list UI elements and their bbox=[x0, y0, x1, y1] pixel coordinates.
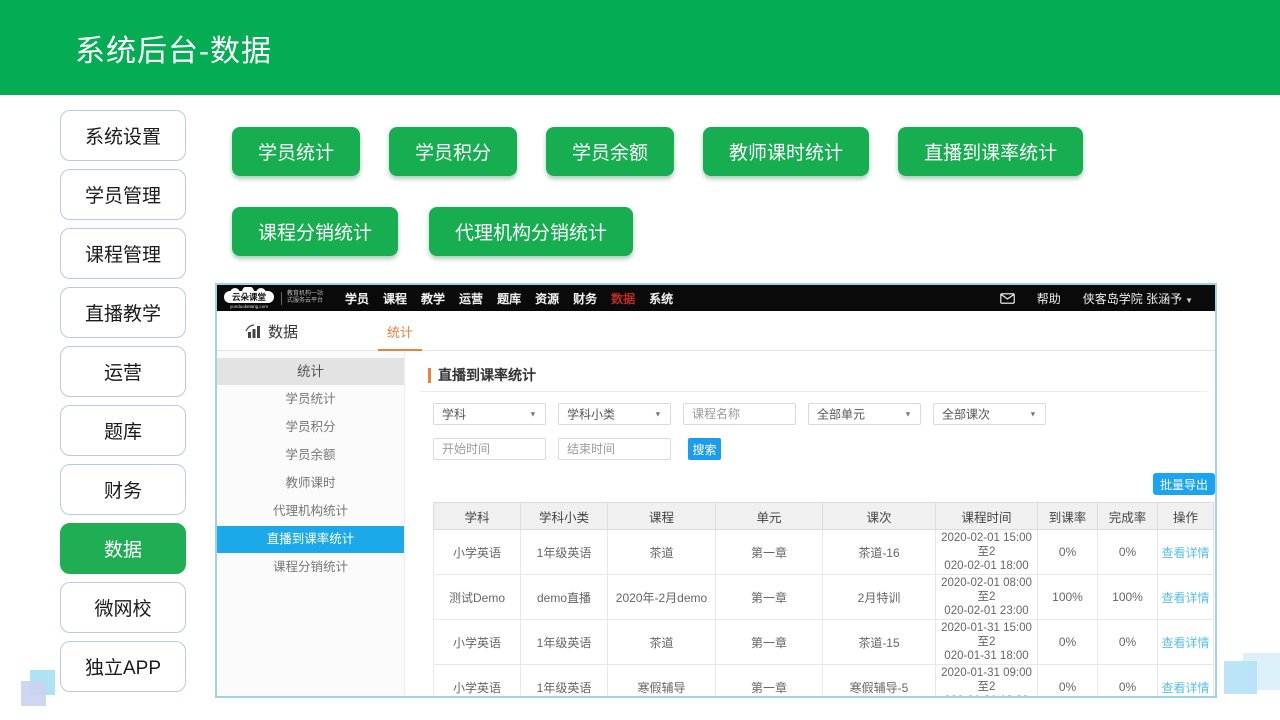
col-course-time: 课程时间 bbox=[936, 503, 1038, 530]
sidebar-item-live-teaching[interactable]: 直播教学 bbox=[60, 287, 186, 338]
col-actions: 操作 bbox=[1158, 503, 1214, 530]
side-nav-header: 统计 bbox=[217, 358, 404, 385]
table-row: 测试Demo demo直播 2020年-2月demo 第一章 2月特训 2020… bbox=[434, 575, 1214, 620]
cloud-logo-icon: 云朵课堂 bbox=[222, 287, 276, 304]
nav-item-operations[interactable]: 运营 bbox=[459, 290, 483, 307]
bar-chart-icon bbox=[245, 324, 261, 339]
mail-icon[interactable] bbox=[1000, 293, 1015, 304]
batch-export-button[interactable]: 批量导出 bbox=[1153, 473, 1215, 495]
end-time-input[interactable] bbox=[558, 438, 671, 460]
app-nav-right: 帮助 侠客岛学院 张涵予▼ bbox=[1000, 285, 1193, 311]
course-name-input[interactable] bbox=[683, 403, 796, 425]
quick-btn-agency-distribution[interactable]: 代理机构分销统计 bbox=[429, 207, 633, 256]
breadcrumb: 数据 bbox=[245, 311, 298, 351]
side-nav-agency-stats[interactable]: 代理机构统计 bbox=[217, 498, 404, 525]
view-details-link[interactable]: 查看详情 bbox=[1161, 681, 1209, 695]
app-nav-menu: 学员 课程 教学 运营 题库 资源 财务 数据 系统 bbox=[345, 285, 673, 311]
app-subheader: 数据 统计 bbox=[217, 311, 1215, 351]
account-menu[interactable]: 侠客岛学院 张涵予▼ bbox=[1083, 290, 1193, 307]
chevron-down-icon: ▼ bbox=[904, 410, 911, 419]
col-subject-sub: 学科小类 bbox=[521, 503, 608, 530]
attendance-table: 学科 学科小类 课程 单元 课次 课程时间 到课率 完成率 操作 小学英语 1年… bbox=[433, 502, 1214, 698]
tab-statistics[interactable]: 统计 bbox=[377, 311, 423, 351]
nav-item-teaching[interactable]: 教学 bbox=[421, 290, 445, 307]
stats-panel: 直播到课率统计 学科 ▼ 学科小类 ▼ 全部单元 ▼ 全部课次 ▼ 搜索 批量导… bbox=[405, 351, 1215, 696]
app-navbar: 云朵课堂 yunduoketang.com 教育机构一站 式服务云平台 学员 课… bbox=[217, 285, 1215, 311]
col-unit: 单元 bbox=[716, 503, 823, 530]
view-details-link[interactable]: 查看详情 bbox=[1161, 591, 1209, 605]
quick-links-row-2: 课程分销统计 代理机构分销统计 bbox=[232, 207, 633, 256]
col-lesson: 课次 bbox=[823, 503, 936, 530]
quick-btn-teacher-hours[interactable]: 教师课时统计 bbox=[703, 127, 869, 176]
chevron-down-icon: ▼ bbox=[654, 410, 661, 419]
sidebar-item-micro-school[interactable]: 微网校 bbox=[60, 582, 186, 633]
view-details-link[interactable]: 查看详情 bbox=[1161, 546, 1209, 560]
sidebar-item-data[interactable]: 数据 bbox=[60, 523, 186, 574]
nav-item-students[interactable]: 学员 bbox=[345, 290, 369, 307]
help-link[interactable]: 帮助 bbox=[1037, 290, 1061, 307]
table-row: 小学英语 1年级英语 寒假辅导 第一章 寒假辅导-5 2020-01-31 09… bbox=[434, 665, 1214, 699]
side-nav-live-attendance[interactable]: 直播到课率统计 bbox=[217, 526, 404, 553]
logo-tagline: 教育机构一站 式服务云平台 bbox=[287, 291, 323, 305]
panel-divider bbox=[420, 391, 1207, 392]
side-nav-student-points[interactable]: 学员积分 bbox=[217, 414, 404, 441]
side-nav-student-stats[interactable]: 学员统计 bbox=[217, 386, 404, 413]
subject-select[interactable]: 学科 ▼ bbox=[433, 403, 546, 425]
page-header: 系统后台-数据 bbox=[0, 0, 1280, 95]
sidebar-item-system-settings[interactable]: 系统设置 bbox=[60, 110, 186, 161]
unit-select[interactable]: 全部单元 ▼ bbox=[808, 403, 921, 425]
col-subject: 学科 bbox=[434, 503, 521, 530]
col-attendance-rate: 到课率 bbox=[1038, 503, 1098, 530]
page-title: 系统后台-数据 bbox=[75, 26, 272, 70]
sidebar-item-standalone-app[interactable]: 独立APP bbox=[60, 641, 186, 692]
sidebar-item-course-mgmt[interactable]: 课程管理 bbox=[60, 228, 186, 279]
col-completion-rate: 完成率 bbox=[1098, 503, 1158, 530]
side-nav-course-distribution[interactable]: 课程分销统计 bbox=[217, 554, 404, 581]
chevron-down-icon: ▼ bbox=[1185, 296, 1193, 305]
title-accent-bar bbox=[428, 368, 431, 383]
table-header-row: 学科 学科小类 课程 单元 课次 课程时间 到课率 完成率 操作 bbox=[434, 503, 1214, 530]
nav-item-system[interactable]: 系统 bbox=[649, 290, 673, 307]
sidebar-item-operations[interactable]: 运营 bbox=[60, 346, 186, 397]
quick-btn-student-balance[interactable]: 学员余额 bbox=[546, 127, 674, 176]
start-time-input[interactable] bbox=[433, 438, 546, 460]
quick-btn-student-stats[interactable]: 学员统计 bbox=[232, 127, 360, 176]
logo-divider bbox=[281, 292, 282, 305]
table-row: 小学英语 1年级英语 茶道 第一章 茶道-15 2020-01-31 15:00… bbox=[434, 620, 1214, 665]
subject-sub-select[interactable]: 学科小类 ▼ bbox=[558, 403, 671, 425]
stats-side-nav: 统计 学员统计 学员积分 学员余额 教师课时 代理机构统计 直播到课率统计 课程… bbox=[217, 351, 405, 696]
svg-text:云朵课堂: 云朵课堂 bbox=[232, 292, 267, 302]
admin-screenshot: 云朵课堂 yunduoketang.com 教育机构一站 式服务云平台 学员 课… bbox=[215, 283, 1217, 698]
decor-square-blue-right bbox=[1224, 661, 1257, 694]
nav-item-data[interactable]: 数据 bbox=[611, 290, 635, 307]
lesson-select[interactable]: 全部课次 ▼ bbox=[933, 403, 1046, 425]
quick-links-row-1: 学员统计 学员积分 学员余额 教师课时统计 直播到课率统计 bbox=[232, 127, 1083, 176]
sidebar-item-question-bank[interactable]: 题库 bbox=[60, 405, 186, 456]
quick-btn-course-distribution[interactable]: 课程分销统计 bbox=[232, 207, 398, 256]
logo-url: yunduoketang.com bbox=[230, 304, 268, 309]
chevron-down-icon: ▼ bbox=[1029, 410, 1036, 419]
nav-item-finance[interactable]: 财务 bbox=[573, 290, 597, 307]
nav-item-resources[interactable]: 资源 bbox=[535, 290, 559, 307]
nav-item-courses[interactable]: 课程 bbox=[383, 290, 407, 307]
col-course: 课程 bbox=[608, 503, 716, 530]
nav-item-question-bank[interactable]: 题库 bbox=[497, 290, 521, 307]
side-nav-teacher-hours[interactable]: 教师课时 bbox=[217, 470, 404, 497]
sidebar-item-student-mgmt[interactable]: 学员管理 bbox=[60, 169, 186, 220]
table-row: 小学英语 1年级英语 茶道 第一章 茶道-16 2020-02-01 15:00… bbox=[434, 530, 1214, 575]
chevron-down-icon: ▼ bbox=[529, 410, 536, 419]
sidebar: 系统设置 学员管理 课程管理 直播教学 运营 题库 财务 数据 微网校 独立AP… bbox=[60, 110, 186, 692]
panel-title: 直播到课率统计 bbox=[428, 365, 536, 385]
app-logo: 云朵课堂 yunduoketang.com 教育机构一站 式服务云平台 bbox=[222, 287, 323, 309]
breadcrumb-section: 数据 bbox=[268, 321, 298, 342]
side-nav-student-balance[interactable]: 学员余额 bbox=[217, 442, 404, 469]
search-button[interactable]: 搜索 bbox=[688, 438, 721, 460]
quick-btn-live-attendance[interactable]: 直播到课率统计 bbox=[898, 127, 1083, 176]
quick-btn-student-points[interactable]: 学员积分 bbox=[389, 127, 517, 176]
decor-square-lavender-left bbox=[21, 681, 46, 706]
sidebar-item-finance[interactable]: 财务 bbox=[60, 464, 186, 515]
view-details-link[interactable]: 查看详情 bbox=[1161, 636, 1209, 650]
